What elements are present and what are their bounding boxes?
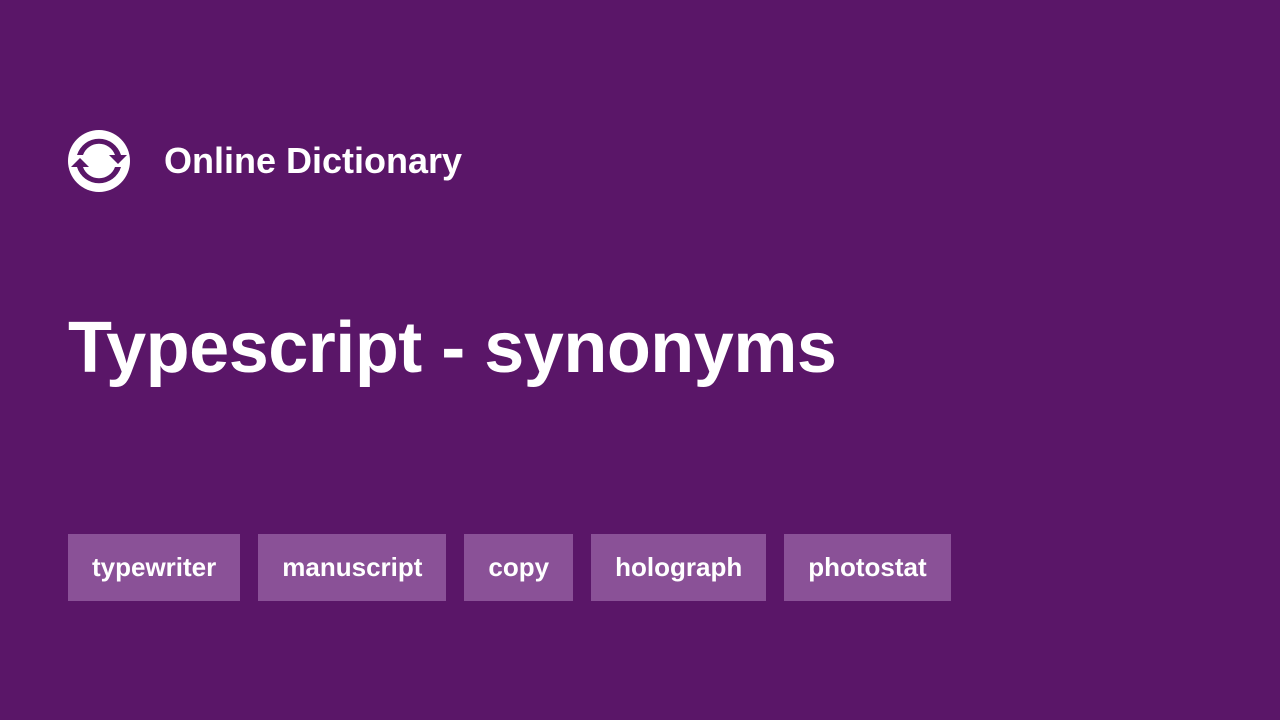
synonym-chip: typewriter	[68, 534, 240, 601]
header: Online Dictionary	[68, 0, 1212, 192]
synonym-chip: manuscript	[258, 534, 446, 601]
synonym-chip: photostat	[784, 534, 950, 601]
synonym-chip: holograph	[591, 534, 766, 601]
site-title: Online Dictionary	[164, 140, 462, 182]
synonyms-list: typewriter manuscript copy holograph pho…	[68, 534, 1212, 601]
refresh-cycle-icon	[68, 130, 130, 192]
page-title: Typescript - synonyms	[68, 307, 1212, 389]
synonym-chip: copy	[464, 534, 573, 601]
